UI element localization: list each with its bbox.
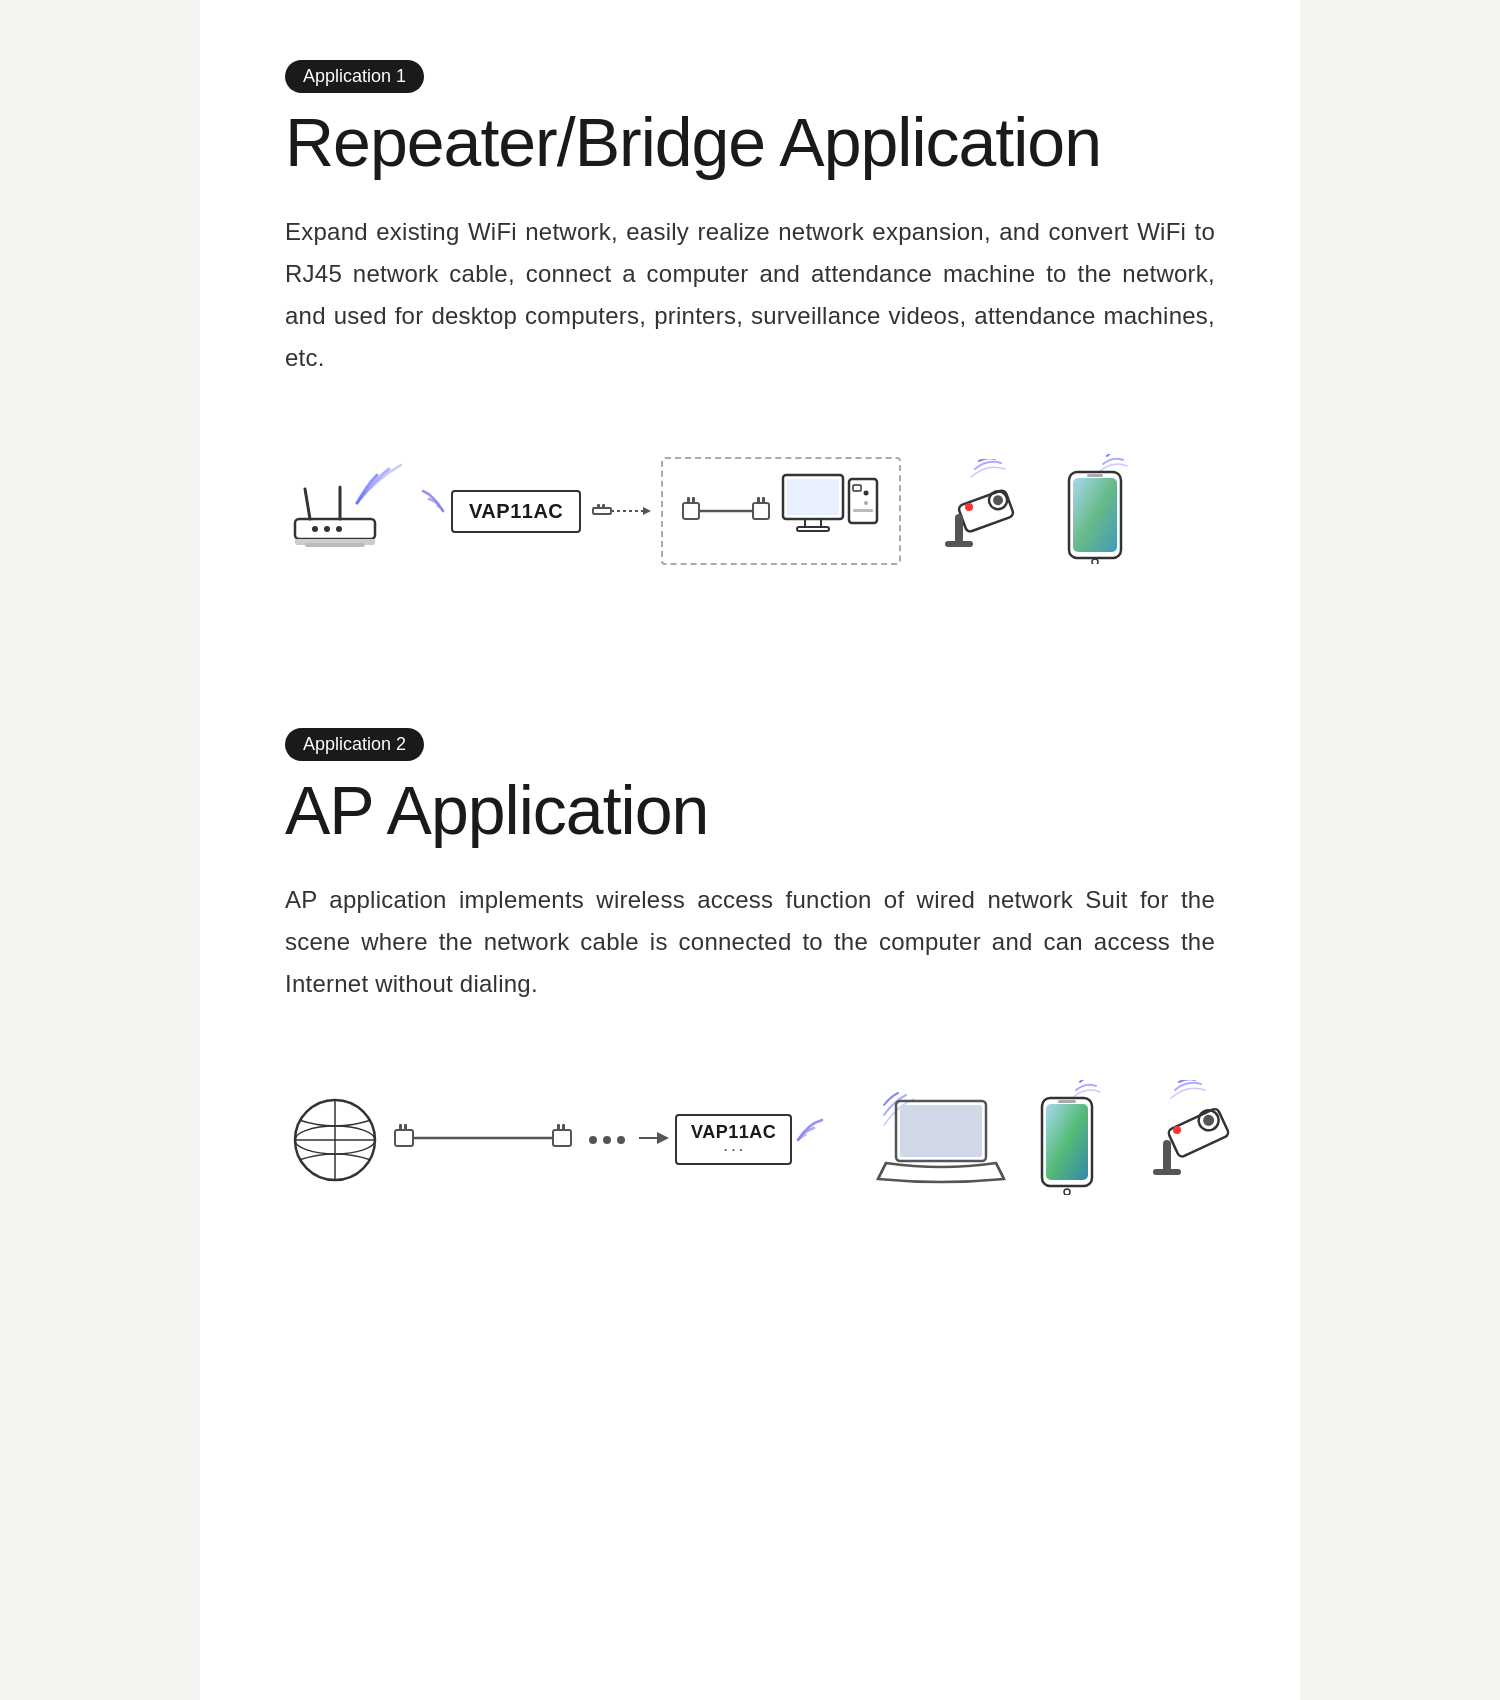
svg-rect-47	[553, 1130, 571, 1146]
wifi-signal-icon	[415, 481, 451, 541]
smartphone2-icon	[1036, 1080, 1111, 1199]
svg-rect-57	[1058, 1100, 1076, 1103]
security-camera-icon	[931, 459, 1041, 563]
svg-rect-9	[597, 504, 600, 508]
right-device-icons	[931, 454, 1141, 568]
arrow-icon-1	[639, 1128, 669, 1152]
svg-rect-38	[1087, 474, 1103, 477]
app1-section: Application 1 Repeater/Bridge Applicatio…	[285, 60, 1215, 588]
svg-rect-53	[900, 1105, 982, 1157]
app1-diagram: VAP11AC	[285, 434, 1215, 588]
app1-title: Repeater/Bridge Application	[285, 103, 1215, 181]
vap11ac-box-2: VAP11AC · · ·	[675, 1114, 792, 1165]
cable-computer-box	[661, 457, 901, 565]
wifi-right-icon	[792, 1110, 836, 1170]
svg-point-37	[1092, 559, 1098, 564]
svg-rect-28	[853, 509, 873, 512]
laptop-icon	[876, 1083, 1006, 1197]
svg-point-27	[864, 501, 868, 505]
svg-rect-33	[955, 514, 963, 544]
svg-rect-34	[945, 541, 973, 547]
svg-rect-23	[797, 527, 829, 531]
app1-description: Expand existing WiFi network, easily rea…	[285, 211, 1215, 379]
svg-point-3	[312, 526, 318, 532]
app2-badge: Application 2	[285, 728, 424, 761]
svg-point-4	[324, 526, 330, 532]
router-icon	[285, 461, 415, 561]
app2-section: Application 2 AP Application AP applicat…	[285, 728, 1215, 1219]
vap11ac-box-1: VAP11AC	[451, 490, 581, 533]
dots-connector-1	[589, 1136, 625, 1144]
svg-point-26	[864, 491, 869, 496]
svg-rect-63	[1153, 1169, 1181, 1175]
svg-rect-43	[395, 1130, 413, 1146]
svg-point-5	[336, 526, 342, 532]
svg-line-1	[305, 489, 310, 519]
svg-rect-55	[1046, 1104, 1088, 1180]
globe-icon	[285, 1090, 385, 1190]
cable-icon	[681, 481, 771, 541]
smartphone-icon	[1061, 454, 1141, 568]
connector-arrow-1	[591, 501, 651, 521]
app1-badge: Application 1	[285, 60, 424, 93]
svg-rect-15	[692, 497, 695, 503]
svg-rect-17	[753, 503, 769, 519]
svg-rect-36	[1073, 478, 1117, 552]
svg-rect-10	[602, 504, 605, 508]
svg-rect-21	[787, 479, 839, 515]
svg-marker-12	[643, 507, 651, 515]
cable-connector-icon	[393, 1118, 573, 1162]
svg-rect-8	[593, 508, 611, 514]
app2-title: AP Application	[285, 771, 1215, 849]
svg-rect-25	[853, 485, 861, 491]
svg-point-31	[992, 494, 1005, 507]
svg-point-61	[1173, 1126, 1181, 1134]
svg-rect-14	[687, 497, 690, 503]
svg-rect-13	[683, 503, 699, 519]
svg-rect-49	[562, 1124, 565, 1130]
vap11ac-section-2: VAP11AC · · ·	[675, 1110, 836, 1170]
svg-rect-18	[757, 497, 760, 503]
svg-point-56	[1064, 1189, 1070, 1195]
svg-rect-0	[295, 519, 375, 539]
app2-description: AP application implements wireless acces…	[285, 879, 1215, 1005]
app2-diagram: VAP11AC · · ·	[285, 1060, 1215, 1219]
svg-rect-48	[557, 1124, 560, 1130]
svg-rect-44	[399, 1124, 402, 1130]
svg-point-32	[965, 503, 973, 511]
svg-rect-62	[1163, 1140, 1171, 1172]
svg-rect-19	[762, 497, 765, 503]
computer-icon	[781, 471, 881, 551]
security-camera2-icon	[1141, 1080, 1261, 1199]
app2-right-icons	[876, 1080, 1261, 1199]
svg-rect-7	[305, 543, 365, 547]
svg-rect-45	[404, 1124, 407, 1130]
page-container: Application 1 Repeater/Bridge Applicatio…	[200, 0, 1300, 1700]
